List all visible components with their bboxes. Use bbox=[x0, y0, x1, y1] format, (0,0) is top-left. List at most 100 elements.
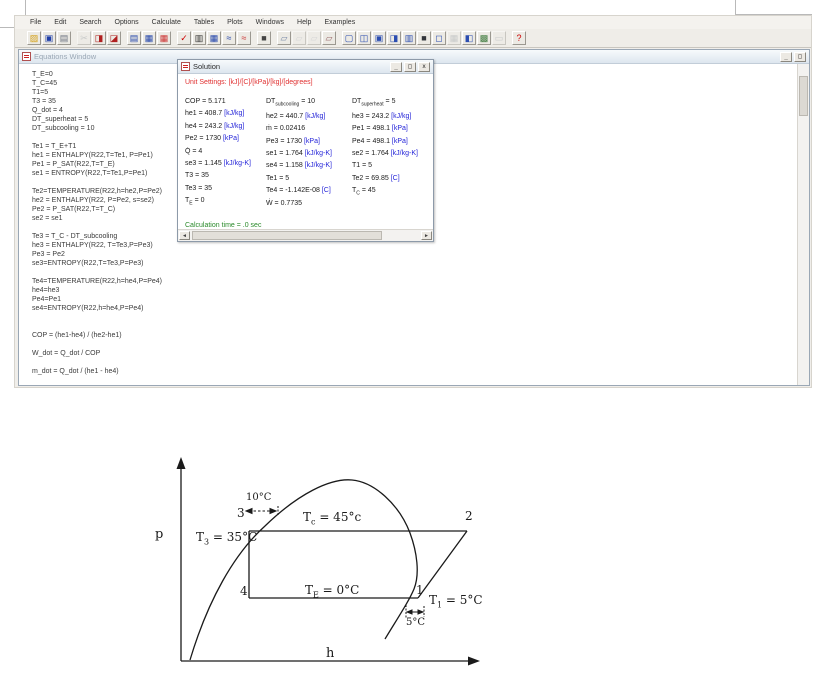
equation-line bbox=[32, 313, 797, 322]
restore-button[interactable]: □ bbox=[794, 52, 806, 62]
save-icon[interactable]: ▣ bbox=[42, 31, 56, 45]
equation-line: m_dot = Q_dot / (he1 - he4) bbox=[32, 367, 797, 376]
arrange-4-icon[interactable]: ◨ bbox=[387, 31, 401, 45]
arrange-5-icon[interactable]: ▥ bbox=[402, 31, 416, 45]
equations-window-icon[interactable]: ▤ bbox=[127, 31, 141, 45]
menu-item-help[interactable]: Help bbox=[295, 18, 313, 27]
solution-entry: Te4 = -1.142E-08 [C] bbox=[266, 185, 332, 197]
equation-line: se4=ENTROPY(R22,h=he4,P=Pe4) bbox=[32, 304, 797, 313]
solution-entry: ṁ = 0.02416 bbox=[266, 123, 332, 135]
solution-entry: Ẇ = 0.7735 bbox=[266, 198, 332, 210]
solution-window-titlebar[interactable]: Solution _ □ x bbox=[178, 60, 433, 74]
minimize-button[interactable]: _ bbox=[780, 52, 792, 62]
property-plot-icon[interactable]: ≈ bbox=[237, 31, 251, 45]
unit-settings-text: Unit Settings: [kJ]/[C]/[kPa]/[kg]/[degr… bbox=[185, 79, 313, 86]
plot-1-icon[interactable]: ▱ bbox=[277, 31, 291, 45]
state3-temp-label: T3 = 35°C bbox=[196, 530, 257, 546]
formatted-equations-icon[interactable]: ▦ bbox=[142, 31, 156, 45]
state-point-4: 4 bbox=[240, 584, 248, 598]
equation-line: COP = (he1-he4) / (he2-he1) bbox=[32, 331, 797, 340]
solution-entry: TC = 45 bbox=[352, 185, 418, 200]
arrange-10-icon[interactable]: ▩ bbox=[477, 31, 491, 45]
x-axis-arrowhead bbox=[468, 657, 480, 666]
compression-line bbox=[418, 531, 467, 598]
scroll-left-arrow[interactable]: ◄ bbox=[179, 231, 190, 240]
menu-item-windows[interactable]: Windows bbox=[254, 18, 286, 27]
solution-entry: se2 = 1.764 [kJ/kg-K] bbox=[352, 148, 418, 160]
solution-entry: Pe1 = 498.1 [kPa] bbox=[352, 123, 418, 135]
solve-icon[interactable]: ✓ bbox=[177, 31, 191, 45]
saturation-dome bbox=[190, 480, 417, 660]
solution-entry: he2 = 440.7 [kJ/kg] bbox=[266, 111, 332, 123]
menu-item-search[interactable]: Search bbox=[77, 18, 103, 27]
y-axis-arrowhead bbox=[177, 457, 186, 469]
print-icon[interactable]: ▤ bbox=[57, 31, 71, 45]
solution-entry: DTsuperheat = 5 bbox=[352, 96, 418, 111]
maximize-button[interactable]: □ bbox=[404, 62, 416, 72]
toolbar: ▨▣▤✂◨◪▤▦▦✓▥▦≈≈■▱▱▱▱▢◫▣◨▥■◻▦◧▩▭? bbox=[15, 29, 811, 48]
copy-icon[interactable]: ◨ bbox=[92, 31, 106, 45]
equation-line: Pe3 = Pe2 bbox=[32, 250, 797, 259]
equation-line: Te4=TEMPERATURE(R22,h=he4,P=Pe4) bbox=[32, 277, 797, 286]
y-axis-label: p bbox=[155, 527, 163, 542]
vertical-scrollbar[interactable] bbox=[797, 64, 809, 385]
menu-item-file[interactable]: File bbox=[28, 18, 43, 27]
menu-item-calculate[interactable]: Calculate bbox=[150, 18, 183, 27]
arrange-1-icon[interactable]: ▢ bbox=[342, 31, 356, 45]
subcooling-arrow bbox=[246, 506, 278, 516]
solution-column-1: COP = 5.171he1 = 408.7 [kJ/kg]he4 = 243.… bbox=[185, 96, 251, 210]
horizontal-scrollbar[interactable]: ◄ ► bbox=[178, 229, 433, 241]
plot-4-icon[interactable]: ▱ bbox=[322, 31, 336, 45]
new-plot-icon[interactable]: ≈ bbox=[222, 31, 236, 45]
arrange-3-icon[interactable]: ▣ bbox=[372, 31, 386, 45]
solution-entry: TE = 0 bbox=[185, 195, 251, 210]
solution-entry: Q̇ = 4 bbox=[185, 146, 251, 158]
equation-line bbox=[32, 358, 797, 367]
scrollbar-thumb[interactable] bbox=[192, 231, 382, 240]
ph-diagram: p h 2 3 4 1 10°C 5°C Tc = 45°c T3 = 35°C… bbox=[140, 428, 530, 678]
open-icon[interactable]: ▨ bbox=[27, 31, 41, 45]
menu-item-plots[interactable]: Plots bbox=[225, 18, 245, 27]
x-axis-label: h bbox=[326, 646, 334, 661]
minimize-button[interactable]: _ bbox=[390, 62, 402, 72]
close-button[interactable]: x bbox=[418, 62, 430, 72]
scrollbar-thumb[interactable] bbox=[799, 76, 808, 116]
ph-diagram-drawing bbox=[140, 428, 530, 678]
solution-entry: se3 = 1.145 [kJ/kg-K] bbox=[185, 158, 251, 170]
arrange-11-icon[interactable]: ▭ bbox=[492, 31, 506, 45]
arrange-9-icon[interactable]: ◧ bbox=[462, 31, 476, 45]
paste-icon[interactable]: ◪ bbox=[107, 31, 121, 45]
menu-item-examples[interactable]: Examples bbox=[322, 18, 357, 27]
scroll-right-arrow[interactable]: ► bbox=[421, 231, 432, 240]
menu-item-options[interactable]: Options bbox=[113, 18, 141, 27]
equation-line: se3=ENTROPY(R22,T=Te3,P=Pe3) bbox=[32, 259, 797, 268]
cut-icon[interactable]: ✂ bbox=[77, 31, 91, 45]
arrange-2-icon[interactable]: ◫ bbox=[357, 31, 371, 45]
solution-entry: Pe4 = 498.1 [kPa] bbox=[352, 136, 418, 148]
ees-document-icon bbox=[181, 62, 190, 71]
arrange-6-icon[interactable]: ■ bbox=[417, 31, 431, 45]
plot-3-icon[interactable]: ▱ bbox=[307, 31, 321, 45]
arrange-8-icon[interactable]: ▦ bbox=[447, 31, 461, 45]
solution-entry: he4 = 243.2 [kJ/kg] bbox=[185, 121, 251, 133]
menu-item-tables[interactable]: Tables bbox=[192, 18, 216, 27]
residuals-icon[interactable]: ▦ bbox=[157, 31, 171, 45]
equation-line: Pe4=Pe1 bbox=[32, 295, 797, 304]
solution-entry: he1 = 408.7 [kJ/kg] bbox=[185, 108, 251, 120]
state-point-2: 2 bbox=[465, 509, 473, 523]
solution-entry: se4 = 1.158 [kJ/kg-K] bbox=[266, 160, 332, 172]
plot-2-icon[interactable]: ▱ bbox=[292, 31, 306, 45]
arrange-7-icon[interactable]: ◻ bbox=[432, 31, 446, 45]
solution-entry: Te2 = 69.85 [C] bbox=[352, 173, 418, 185]
menu-item-edit[interactable]: Edit bbox=[52, 18, 68, 27]
equation-line: W_dot = Q_dot / COP bbox=[32, 349, 797, 358]
window-icon[interactable]: ■ bbox=[257, 31, 271, 45]
state-point-1: 1 bbox=[416, 583, 424, 597]
subcooling-label: 10°C bbox=[246, 492, 271, 503]
calculator-icon[interactable]: ▥ bbox=[192, 31, 206, 45]
equation-line bbox=[32, 268, 797, 277]
solve-table-icon[interactable]: ▦ bbox=[207, 31, 221, 45]
solution-entry: Te1 = 5 bbox=[266, 173, 332, 185]
solution-content: Unit Settings: [kJ]/[C]/[kPa]/[kg]/[degr… bbox=[178, 74, 433, 229]
help-icon[interactable]: ? bbox=[512, 31, 526, 45]
